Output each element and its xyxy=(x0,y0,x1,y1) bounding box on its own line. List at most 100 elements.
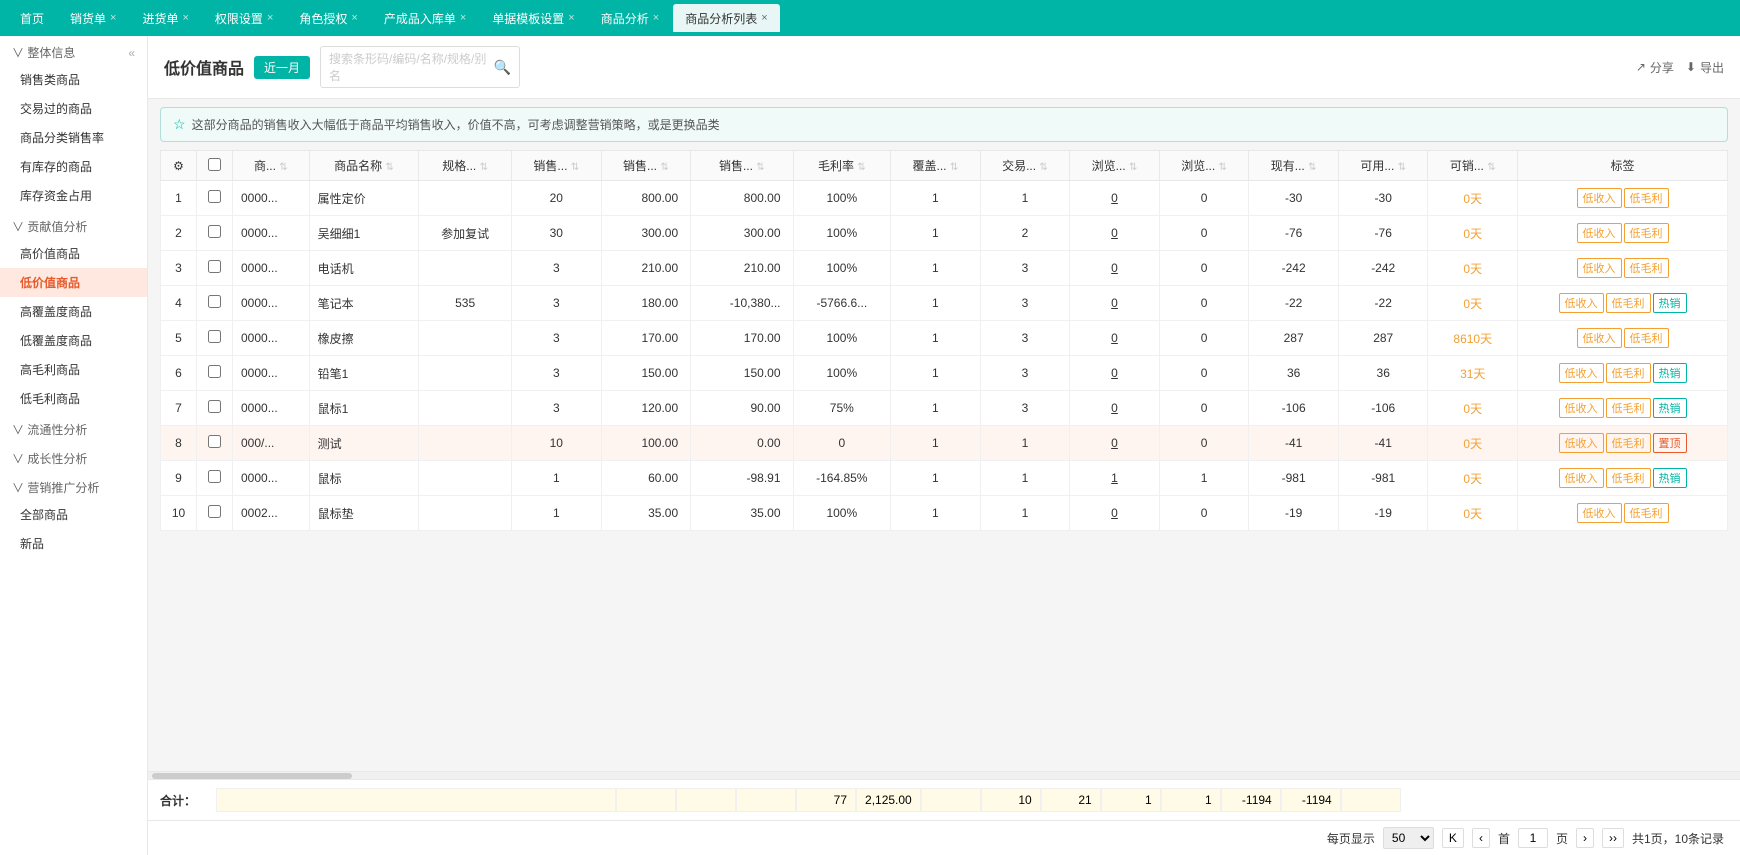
select-all-checkbox[interactable] xyxy=(208,158,221,171)
sidebar-group-overall[interactable]: ∨ 整体信息 « xyxy=(0,36,147,65)
sidebar-item-category-sales-rate[interactable]: 商品分类销售率 xyxy=(0,123,147,152)
cell-checkbox[interactable] xyxy=(197,286,233,321)
sidebar-collapse-overall[interactable]: « xyxy=(128,46,135,60)
cell-checkbox[interactable] xyxy=(197,391,233,426)
sidebar-group-marketing[interactable]: ∨ 营销推广分析 xyxy=(0,471,147,500)
table-container[interactable]: ⚙ 商... ⇅ 商品名称 ⇅ 规格... ⇅ 销售... ⇅ 销售... ⇅ … xyxy=(148,150,1740,771)
cell-spec xyxy=(419,356,512,391)
page-size-select[interactable]: 50 100 200 xyxy=(1383,827,1434,849)
nav-close-product-analysis[interactable]: × xyxy=(653,12,659,24)
nav-role-auth[interactable]: 角色授权 × xyxy=(287,4,369,32)
nav-close-purchase-order[interactable]: × xyxy=(182,12,188,24)
nav-home[interactable]: 首页 xyxy=(8,4,56,32)
cell-checkbox[interactable] xyxy=(197,181,233,216)
sidebar-item-traded-products[interactable]: 交易过的商品 xyxy=(0,94,147,123)
col-spec[interactable]: 规格... ⇅ xyxy=(419,151,512,181)
row-checkbox[interactable] xyxy=(208,505,221,518)
col-current-stock[interactable]: 现有... ⇅ xyxy=(1249,151,1339,181)
nav-product-analysis[interactable]: 商品分析 × xyxy=(589,4,671,32)
sidebar-item-all-products[interactable]: 全部商品 xyxy=(0,500,147,529)
nav-template-settings[interactable]: 单据模板设置 × xyxy=(480,4,586,32)
cell-checkbox[interactable] xyxy=(197,426,233,461)
col-browse2[interactable]: 浏览... ⇅ xyxy=(1159,151,1249,181)
cell-browse1[interactable]: 0 xyxy=(1070,251,1160,286)
row-checkbox[interactable] xyxy=(208,435,221,448)
cell-checkbox[interactable] xyxy=(197,251,233,286)
cell-browse1[interactable]: 0 xyxy=(1070,181,1160,216)
sidebar-item-sales-products[interactable]: 销售类商品 xyxy=(0,65,147,94)
nav-close-template-settings[interactable]: × xyxy=(568,12,574,24)
row-checkbox[interactable] xyxy=(208,400,221,413)
nav-purchase-order[interactable]: 进货单 × xyxy=(130,4,200,32)
cell-browse1[interactable]: 0 xyxy=(1070,216,1160,251)
sidebar-group-liquidity[interactable]: ∨ 流通性分析 xyxy=(0,413,147,442)
sidebar-item-new-products[interactable]: 新品 xyxy=(0,529,147,558)
col-code[interactable]: 商... ⇅ xyxy=(233,151,310,181)
col-settings[interactable]: ⚙ xyxy=(161,151,197,181)
search-box[interactable]: 搜索条形码/编码/名称/规格/别名 🔍 xyxy=(320,46,520,88)
sidebar-item-in-stock[interactable]: 有库存的商品 xyxy=(0,152,147,181)
col-transaction[interactable]: 交易... ⇅ xyxy=(980,151,1070,181)
last-page-btn[interactable]: ›› xyxy=(1602,828,1624,848)
scrollbar-thumb[interactable] xyxy=(152,773,352,779)
nav-close-role-auth[interactable]: × xyxy=(351,12,357,24)
cell-browse1[interactable]: 0 xyxy=(1070,426,1160,461)
cell-browse1[interactable]: 1 xyxy=(1070,461,1160,496)
cell-checkbox[interactable] xyxy=(197,216,233,251)
page-number-input[interactable] xyxy=(1518,828,1548,848)
row-checkbox[interactable] xyxy=(208,330,221,343)
nav-product-analysis-list[interactable]: 商品分析列表 × xyxy=(673,4,779,32)
nav-finished-goods[interactable]: 产成品入库单 × xyxy=(372,4,478,32)
first-page-btn[interactable]: K xyxy=(1442,828,1464,848)
row-checkbox[interactable] xyxy=(208,365,221,378)
prev-page-btn[interactable]: ‹ xyxy=(1472,828,1490,848)
col-sales-other[interactable]: 销售... ⇅ xyxy=(691,151,793,181)
col-sales-qty[interactable]: 销售... ⇅ xyxy=(512,151,602,181)
product-tag: 低毛利 xyxy=(1624,258,1669,278)
cell-browse1[interactable]: 0 xyxy=(1070,391,1160,426)
cell-browse1[interactable]: 0 xyxy=(1070,286,1160,321)
next-page-btn[interactable]: › xyxy=(1576,828,1594,848)
table-scrollbar[interactable] xyxy=(148,771,1740,779)
sidebar-group-growth[interactable]: ∨ 成长性分析 xyxy=(0,442,147,471)
col-name[interactable]: 商品名称 ⇅ xyxy=(309,151,419,181)
row-checkbox[interactable] xyxy=(208,260,221,273)
cell-checkbox[interactable] xyxy=(197,356,233,391)
search-icon[interactable]: 🔍 xyxy=(494,59,511,76)
cell-checkbox[interactable] xyxy=(197,321,233,356)
row-checkbox[interactable] xyxy=(208,190,221,203)
filter-recent-month-btn[interactable]: 近一月 xyxy=(254,56,310,79)
col-checkbox[interactable] xyxy=(197,151,233,181)
row-checkbox[interactable] xyxy=(208,470,221,483)
cell-checkbox[interactable] xyxy=(197,496,233,531)
sidebar-item-low-margin[interactable]: 低毛利商品 xyxy=(0,384,147,413)
cell-browse1[interactable]: 0 xyxy=(1070,356,1160,391)
cell-name: 鼠标垫 xyxy=(309,496,419,531)
sidebar-group-contribution[interactable]: ∨ 贡献值分析 xyxy=(0,210,147,239)
nav-close-sales-order[interactable]: × xyxy=(110,12,116,24)
col-available-stock[interactable]: 可用... ⇅ xyxy=(1338,151,1428,181)
sidebar-item-inventory-capital[interactable]: 库存资金占用 xyxy=(0,181,147,210)
sidebar-item-high-coverage[interactable]: 高覆盖度商品 xyxy=(0,297,147,326)
row-checkbox[interactable] xyxy=(208,225,221,238)
export-button[interactable]: ⬇ 导出 xyxy=(1686,59,1724,76)
cell-checkbox[interactable] xyxy=(197,461,233,496)
sidebar-item-high-value[interactable]: 高价值商品 xyxy=(0,239,147,268)
sidebar-item-low-value[interactable]: 低价值商品 xyxy=(0,268,147,297)
nav-permission[interactable]: 权限设置 × xyxy=(203,4,285,32)
sidebar-item-high-margin[interactable]: 高毛利商品 xyxy=(0,355,147,384)
col-browse1[interactable]: 浏览... ⇅ xyxy=(1070,151,1160,181)
col-coverage[interactable]: 覆盖... ⇅ xyxy=(891,151,981,181)
nav-close-finished-goods[interactable]: × xyxy=(460,12,466,24)
nav-close-product-analysis-list[interactable]: × xyxy=(761,12,767,24)
cell-browse1[interactable]: 0 xyxy=(1070,496,1160,531)
col-saleable-stock[interactable]: 可销... ⇅ xyxy=(1428,151,1518,181)
col-sales-amount[interactable]: 销售... ⇅ xyxy=(601,151,691,181)
row-checkbox[interactable] xyxy=(208,295,221,308)
nav-close-permission[interactable]: × xyxy=(267,12,273,24)
sidebar-item-low-coverage[interactable]: 低覆盖度商品 xyxy=(0,326,147,355)
col-margin-rate[interactable]: 毛利率 ⇅ xyxy=(793,151,891,181)
share-button[interactable]: ↗ 分享 xyxy=(1636,59,1674,76)
cell-browse1[interactable]: 0 xyxy=(1070,321,1160,356)
nav-sales-order[interactable]: 销货单 × xyxy=(58,4,128,32)
